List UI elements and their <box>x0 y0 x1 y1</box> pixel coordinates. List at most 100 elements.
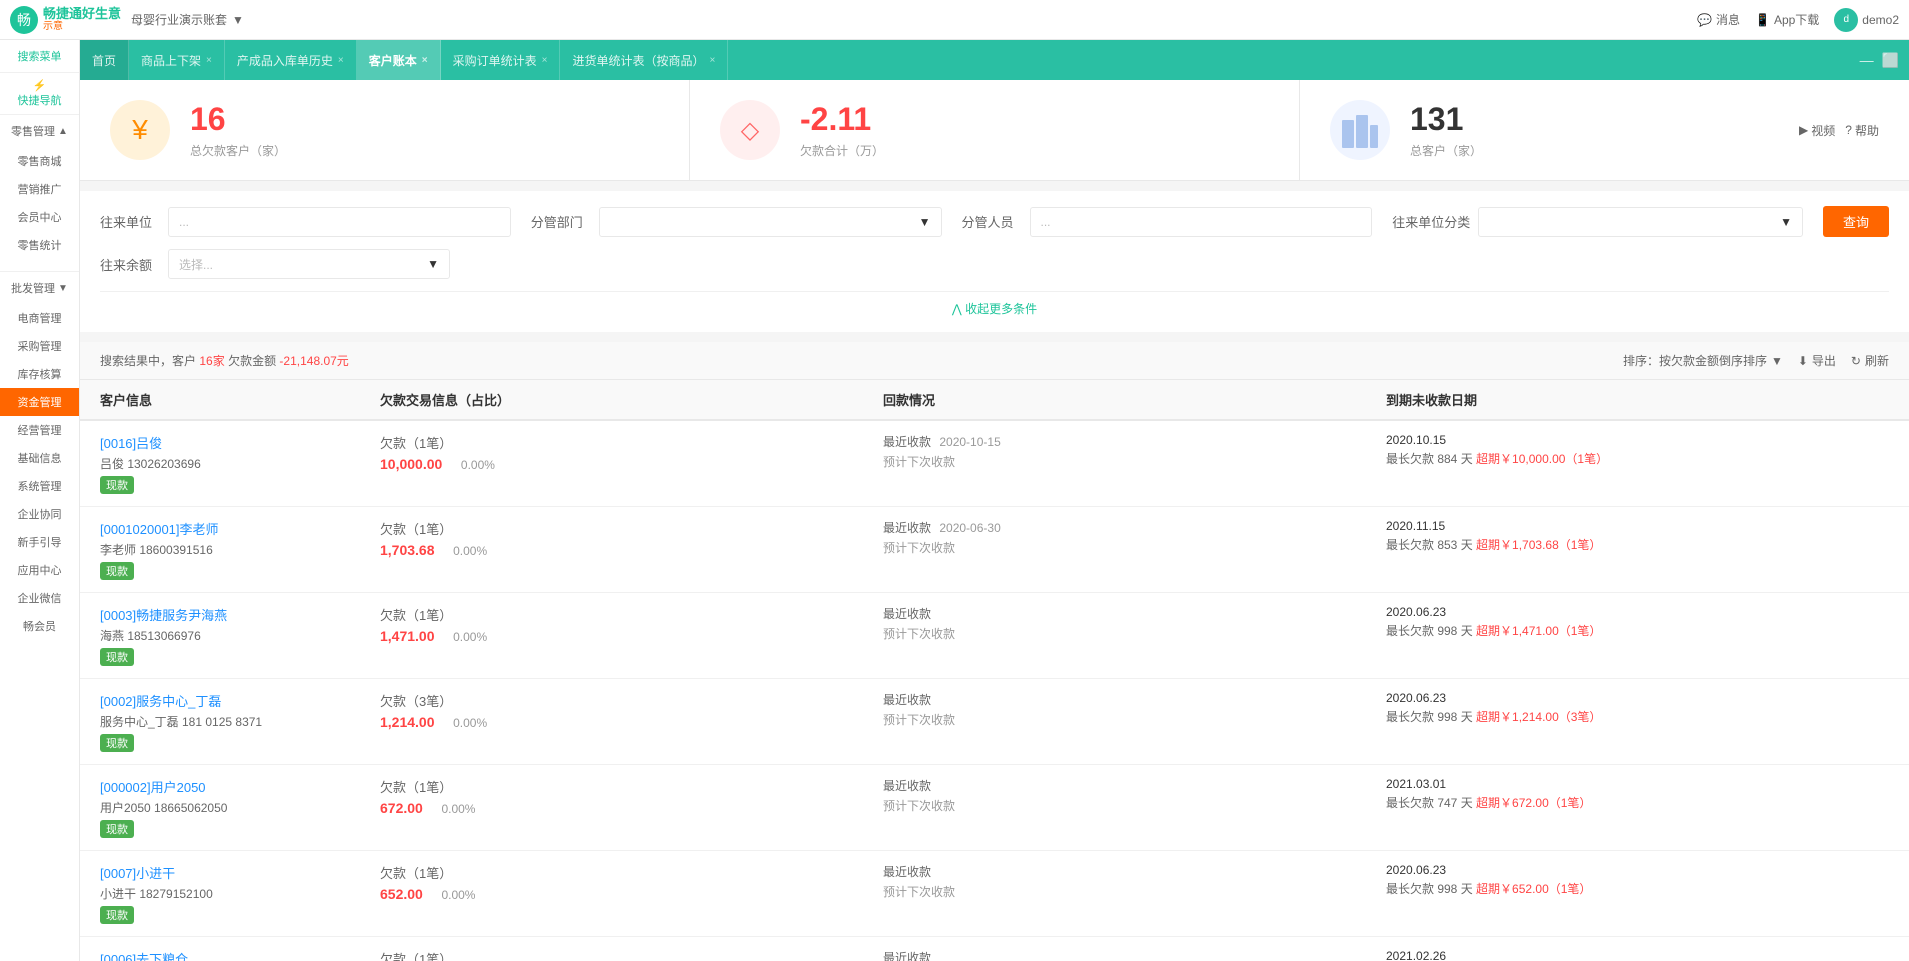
avatar-icon: d <box>1834 8 1858 32</box>
overdue-amount-link[interactable]: 超期￥672.00（1笔） <box>1476 796 1591 810</box>
overdue-amount-link[interactable]: 超期￥652.00（1笔） <box>1476 882 1591 896</box>
overdue-days: 最长欠款 998 天 <box>1386 710 1473 724</box>
sidebar-item-capital-mgmt[interactable]: 资金管理 <box>0 388 79 416</box>
dept-arrow-icon: ▼ <box>919 215 931 229</box>
sidebar-item-retail-mgmt[interactable]: 零售管理 ▲ <box>0 115 79 147</box>
sidebar-item-enterprise-collab[interactable]: 企业协同 <box>0 500 79 528</box>
customer-name-link[interactable]: [000002]用户2050 <box>100 777 380 796</box>
customer-name-link[interactable]: [0016]吕俊 <box>100 433 380 452</box>
top-bar-left: 畅 畅捷通好生意 示意 母婴行业演示账套 ▼ <box>10 6 244 34</box>
debt-info-cell: 欠款（1笔） 455.90 0.00% <box>380 949 883 961</box>
tab-purchase-stats[interactable]: 采购订单统计表 × <box>441 40 561 80</box>
due-date: 2020.11.15 <box>1386 519 1889 533</box>
table-row: [0003]畅捷服务尹海燕 海燕 18513066976 现款 欠款（1笔） 1… <box>80 593 1909 679</box>
sidebar-item-new-guide[interactable]: 新手引导 <box>0 528 79 556</box>
table-row: [000002]用户2050 用户2050 18665062050 现款 欠款（… <box>80 765 1909 851</box>
customer-name-link[interactable]: [0001020001]李老师 <box>100 519 380 538</box>
export-icon: ⬇ <box>1798 354 1808 368</box>
tab-close-icon[interactable]: × <box>206 55 212 66</box>
customer-name-link[interactable]: [0002]服务中心_丁磊 <box>100 691 380 710</box>
col-header-due: 到期未收款日期 <box>1386 390 1889 409</box>
overdue-amount-link[interactable]: 超期￥1,703.68（1笔） <box>1476 538 1601 552</box>
customer-phone: 小进干 18279152100 <box>100 885 380 902</box>
maximize-icon[interactable]: ⬜ <box>1882 52 1899 69</box>
main-content: ¥ 16 总欠款客户（家） ◇ -2.11 欠款合计（万） <box>80 80 1909 961</box>
refresh-button[interactable]: ↻ 刷新 <box>1851 352 1889 369</box>
tab-customer-account[interactable]: 客户账本 × <box>357 40 441 80</box>
table-row: [0001020001]李老师 李老师 18600391516 现款 欠款（1笔… <box>80 507 1909 593</box>
overdue-amount-link[interactable]: 超期￥1,214.00（3笔） <box>1476 710 1601 724</box>
last-collect-date: 2020-06-30 <box>939 521 1000 535</box>
video-link[interactable]: ▶ 视频 <box>1799 122 1835 139</box>
export-button[interactable]: ⬇ 导出 <box>1798 352 1836 369</box>
customer-name-link[interactable]: [0007]小进干 <box>100 863 380 882</box>
tab-close-icon[interactable]: × <box>422 55 428 66</box>
sidebar-label: 基础信息 <box>18 450 62 466</box>
minimize-icon[interactable]: — <box>1860 52 1874 68</box>
sidebar-label: 应用中心 <box>18 562 62 578</box>
balance-select[interactable]: 选择... ▼ <box>168 249 450 279</box>
sidebar-item-retail-mall[interactable]: 零售商城 <box>0 147 79 175</box>
message-button[interactable]: 💬 消息 <box>1697 11 1740 28</box>
sidebar-item-enterprise-wechat[interactable]: 企业微信 <box>0 584 79 612</box>
message-icon: 💬 <box>1697 13 1712 27</box>
last-collect-row: 最近收款 2020-10-15 <box>883 433 1386 450</box>
user-avatar[interactable]: d demo2 <box>1834 8 1899 32</box>
debt-customers-icon: ¥ <box>110 100 170 160</box>
video-icon: ▶ <box>1799 123 1808 137</box>
next-collect-row: 预计下次收款 <box>883 539 1386 556</box>
sidebar-item-wholesale-mgmt[interactable]: 批发管理 ▼ <box>0 272 79 304</box>
tab-close-icon[interactable]: × <box>709 55 715 66</box>
tab-incoming-stats[interactable]: 进货单统计表（按商品） × <box>560 40 728 80</box>
customer-name-link[interactable]: [0006]去下粮仓 <box>100 949 380 961</box>
sidebar-item-ops-mgmt[interactable]: 经营管理 <box>0 416 79 444</box>
sidebar-search[interactable]: 搜索菜单 <box>0 40 79 73</box>
nav-icon: ⚡ <box>33 79 47 92</box>
sidebar-item-ecommerce[interactable]: 电商管理 <box>0 304 79 332</box>
debt-total-icon: ◇ <box>720 100 780 160</box>
sidebar-label: 畅会员 <box>23 618 56 634</box>
debt-count: 欠款（3笔） <box>380 691 883 710</box>
sidebar-item-app-center[interactable]: 应用中心 <box>0 556 79 584</box>
logo-area: 畅 畅捷通好生意 示意 <box>10 6 121 34</box>
sidebar-item-basic-info[interactable]: 基础信息 <box>0 444 79 472</box>
tab-home[interactable]: 首页 <box>80 40 129 80</box>
sidebar-label: 零售统计 <box>18 237 62 253</box>
sidebar-item-vip-member[interactable]: 畅会员 <box>0 612 79 640</box>
sort-arrow-icon: ▼ <box>1771 354 1783 368</box>
debt-ratio: 0.00% <box>441 802 475 816</box>
customer-name-link[interactable]: [0003]畅捷服务尹海燕 <box>100 605 380 624</box>
sort-label: 排序：按欠款金额倒序排序 <box>1623 352 1767 369</box>
app-download-button[interactable]: 📱 App下载 <box>1755 11 1819 28</box>
unit-category-select[interactable]: ▼ <box>1478 207 1803 237</box>
expand-icon: ▼ <box>58 283 68 294</box>
sidebar-item-member[interactable]: 会员中心 <box>0 203 79 231</box>
search-button[interactable]: 查询 <box>1823 206 1889 237</box>
sidebar-item-system-mgmt[interactable]: 系统管理 <box>0 472 79 500</box>
tab-product-listing[interactable]: 商品上下架 × <box>129 40 225 80</box>
sidebar-item-retail-stats[interactable]: 零售统计 <box>0 231 79 259</box>
overdue-amount-link[interactable]: 超期￥1,471.00（1笔） <box>1476 624 1601 638</box>
debt-info-cell: 欠款（1笔） 10,000.00 0.00% <box>380 433 883 472</box>
tab-production-history[interactable]: 产成品入库单历史 × <box>225 40 357 80</box>
store-selector[interactable]: 母婴行业演示账套 ▼ <box>131 11 244 28</box>
tab-close-icon[interactable]: × <box>542 55 548 66</box>
dept-select[interactable]: ▼ <box>599 207 942 237</box>
sidebar-item-marketing[interactable]: 营销推广 <box>0 175 79 203</box>
overdue-amount-link[interactable]: 超期￥10,000.00（1笔） <box>1476 452 1608 466</box>
sidebar-item-nav[interactable]: ⚡ 快捷导航 <box>0 73 79 115</box>
sidebar-item-inventory[interactable]: 库存核算 <box>0 360 79 388</box>
tab-close-icon[interactable]: × <box>338 55 344 66</box>
sort-selector[interactable]: 排序：按欠款金额倒序排序 ▼ <box>1623 352 1783 369</box>
source-unit-input[interactable]: ... <box>168 207 511 237</box>
sidebar-item-purchase[interactable]: 采购管理 <box>0 332 79 360</box>
collapse-button[interactable]: ⋀ 收起更多条件 <box>100 291 1889 317</box>
due-date: 2020.06.23 <box>1386 605 1889 619</box>
debt-customers-value: 16 <box>190 101 286 138</box>
help-link[interactable]: ? 帮助 <box>1845 122 1879 139</box>
debt-info-cell: 欠款（3笔） 1,214.00 0.00% <box>380 691 883 730</box>
debt-info-cell: 欠款（1笔） 1,471.00 0.00% <box>380 605 883 644</box>
manager-input[interactable]: ... <box>1030 207 1373 237</box>
balance-arrow-icon: ▼ <box>427 257 439 271</box>
next-collect-row: 预计下次收款 <box>883 883 1386 900</box>
